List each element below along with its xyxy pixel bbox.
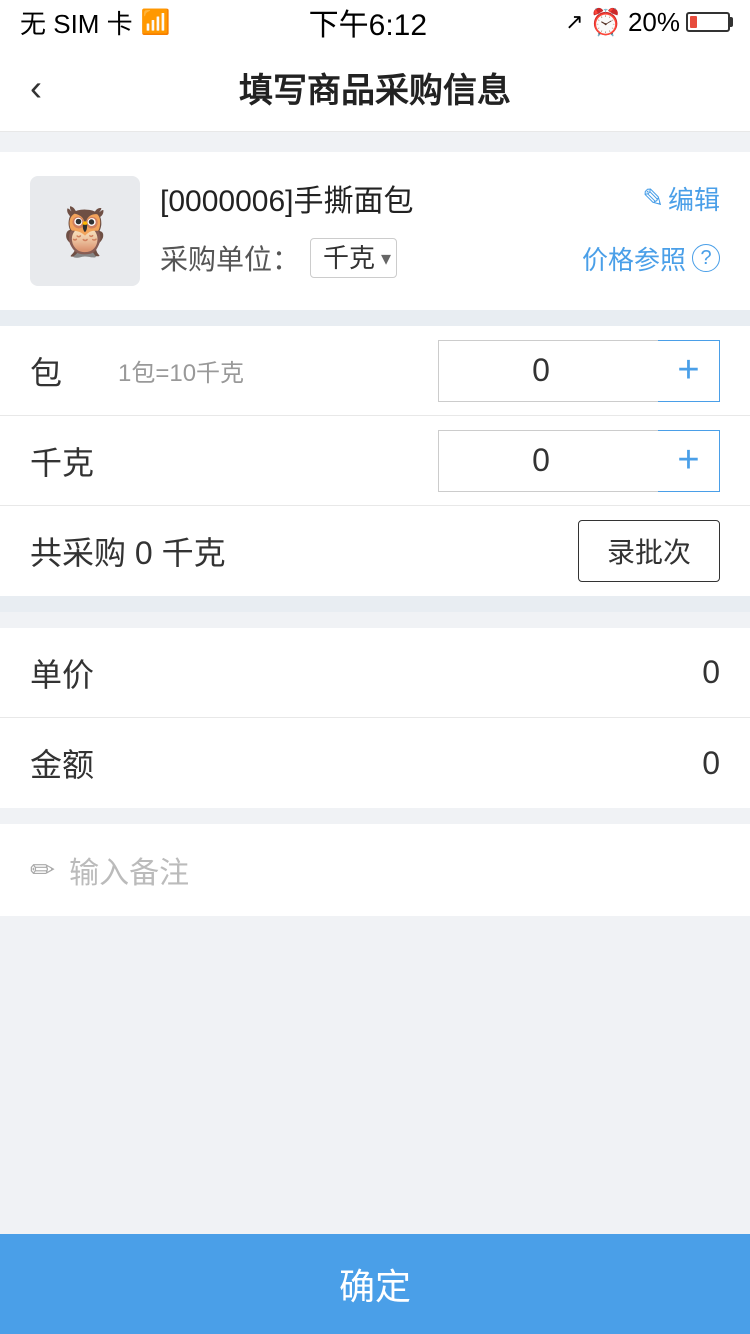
- product-info: [0000006]手撕面包 ✎ 编辑 采购单位： 千克 价格参照 ?: [160, 176, 720, 278]
- bag-label: 包: [30, 348, 110, 394]
- bag-input[interactable]: [438, 340, 658, 402]
- bottom-space: [0, 916, 750, 1236]
- bag-input-control: +: [438, 340, 720, 402]
- bag-plus-button[interactable]: +: [658, 340, 720, 402]
- amount-value: 0: [702, 745, 720, 782]
- product-name: [0000006]手撕面包: [160, 176, 413, 220]
- status-left: 无 SIM 卡 📶: [20, 4, 171, 41]
- status-bar: 无 SIM 卡 📶 下午6:12 ↗ ⏰ 20%: [0, 0, 750, 44]
- total-row: 共采购 0 千克 录批次: [0, 506, 750, 596]
- product-name-row: [0000006]手撕面包 ✎ 编辑: [160, 176, 720, 220]
- sim-label: 无 SIM 卡: [20, 4, 133, 41]
- kg-input-control: +: [438, 430, 720, 492]
- battery-percent: 20%: [628, 7, 680, 38]
- product-logo-icon: 🦉: [55, 203, 115, 260]
- kg-label: 千克: [30, 438, 110, 484]
- page-title: 填写商品采购信息: [239, 63, 511, 112]
- unit-price-value: 0: [702, 654, 720, 691]
- product-unit-row: 采购单位： 千克 价格参照 ?: [160, 238, 720, 278]
- wifi-icon: 📶: [141, 8, 171, 37]
- remarks-placeholder: 输入备注: [69, 848, 189, 892]
- total-text: 共采购 0 千克: [30, 528, 226, 574]
- edit-button[interactable]: ✎ 编辑: [642, 180, 720, 217]
- quantity-input-section: 包 1包=10千克 + 千克 +: [0, 326, 750, 506]
- kg-input-row: 千克 +: [0, 416, 750, 506]
- price-reference-button[interactable]: 价格参照 ?: [582, 240, 720, 277]
- bag-sub-label: 1包=10千克: [118, 353, 438, 388]
- section-separator-2: [0, 596, 750, 612]
- unit-select-wrap: 千克: [310, 238, 397, 278]
- battery-icon: [686, 12, 730, 32]
- unit-label: 采购单位：: [160, 238, 300, 278]
- status-right: ↗ ⏰ 20%: [565, 7, 730, 38]
- price-ref-label: 价格参照: [582, 240, 686, 277]
- kg-input[interactable]: [438, 430, 658, 492]
- unit-price-row: 单价 0: [0, 628, 750, 718]
- bag-input-row: 包 1包=10千克 +: [0, 326, 750, 416]
- confirm-label: 确定: [339, 1258, 411, 1310]
- detail-section: 单价 0 金额 0: [0, 628, 750, 808]
- header: ‹ 填写商品采购信息: [0, 44, 750, 132]
- kg-plus-button[interactable]: +: [658, 430, 720, 492]
- pencil-icon: ✏: [30, 853, 55, 888]
- amount-row: 金额 0: [0, 718, 750, 808]
- section-separator-1: [0, 310, 750, 326]
- edit-icon: ✎: [642, 183, 664, 214]
- location-icon: ↗: [565, 9, 583, 35]
- amount-label: 金额: [30, 740, 94, 786]
- price-ref-help-icon: ?: [692, 244, 720, 272]
- product-thumbnail: 🦉: [30, 176, 140, 286]
- product-card: 🦉 [0000006]手撕面包 ✎ 编辑 采购单位： 千克 价格参照: [0, 152, 750, 310]
- back-button[interactable]: ‹: [20, 57, 52, 119]
- alarm-icon: ⏰: [590, 7, 622, 38]
- edit-label: 编辑: [668, 180, 720, 217]
- confirm-bar[interactable]: 确定: [0, 1234, 750, 1334]
- remarks-section[interactable]: ✏ 输入备注: [0, 824, 750, 916]
- unit-price-label: 单价: [30, 650, 94, 696]
- unit-select[interactable]: 千克: [310, 238, 397, 278]
- record-batch-button[interactable]: 录批次: [578, 520, 720, 582]
- status-time: 下午6:12: [309, 0, 427, 44]
